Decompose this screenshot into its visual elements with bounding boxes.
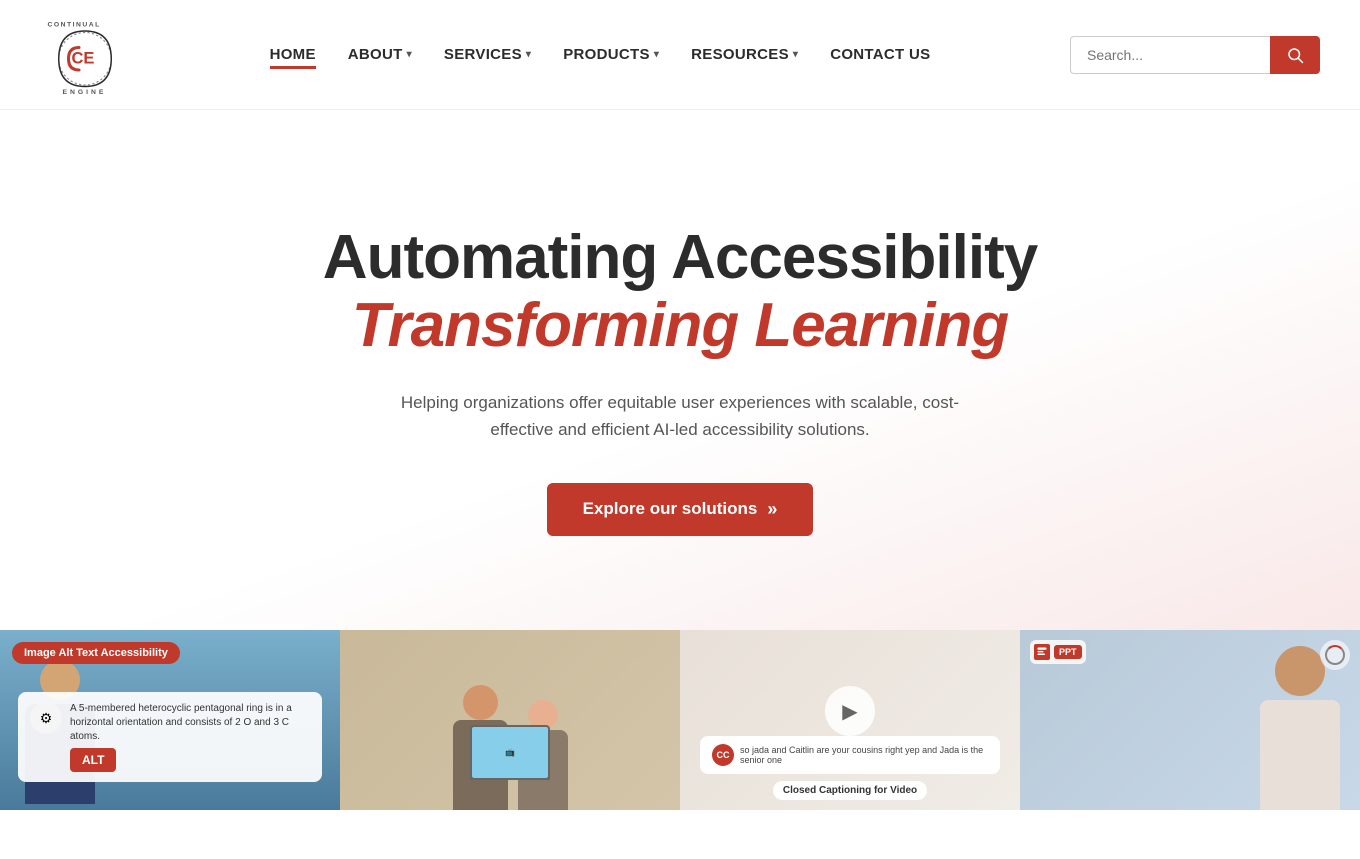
card-4-overlay: PPT: [1020, 630, 1360, 810]
feature-cards-strip: Image Alt Text Accessibility ⚙ A 5-membe…: [0, 630, 1360, 810]
card-3-overlay: ▶ CC so jada and Caitlin are your cousin…: [680, 630, 1020, 810]
hero-section: Automating Accessibility Transforming Le…: [0, 110, 1360, 630]
hero-title-line2: Transforming Learning: [352, 292, 1009, 360]
chevron-down-icon: ▾: [654, 49, 659, 60]
feature-card-alt-text: Image Alt Text Accessibility ⚙ A 5-membe…: [0, 630, 340, 810]
search-button[interactable]: [1270, 36, 1320, 74]
nav-item-services[interactable]: SERVICES ▾: [444, 46, 531, 63]
caption-label-badge: Closed Captioning for Video: [773, 781, 927, 800]
double-chevron-icon: »: [767, 499, 777, 520]
search-icon: [1286, 46, 1304, 64]
alt-label-badge: ALT: [70, 748, 116, 772]
progress-indicator: [1320, 640, 1350, 670]
cc-icon: CC: [712, 744, 734, 766]
feature-card-captions: ▶ CC so jada and Caitlin are your cousin…: [680, 630, 1020, 810]
nav-item-contact[interactable]: CONTACT US: [830, 46, 930, 63]
alt-text-badge: Image Alt Text Accessibility: [12, 642, 180, 664]
alt-text-description-box: ⚙ A 5-membered heterocyclic pentagonal r…: [18, 692, 322, 782]
feature-card-ppt: PPT: [1020, 630, 1360, 810]
card-1-overlay: Image Alt Text Accessibility ⚙ A 5-membe…: [0, 630, 340, 810]
chevron-down-icon: ▾: [793, 49, 798, 60]
nav-item-resources[interactable]: RESOURCES ▾: [691, 46, 798, 63]
hero-title-line1: Automating Accessibility: [323, 224, 1037, 292]
play-button-icon: ▶: [825, 686, 875, 736]
main-nav: HOME ABOUT ▾ SERVICES ▾ PRODUCTS ▾ RESOU…: [270, 46, 931, 63]
search-area: [1070, 36, 1320, 74]
captions-bubble: CC so jada and Caitlin are your cousins …: [700, 736, 1000, 774]
chevron-down-icon: ▾: [407, 49, 412, 60]
alt-icon: ⚙: [30, 702, 62, 734]
logo-area[interactable]: CONTINUAL CE ENGINE: [40, 10, 130, 100]
search-input[interactable]: [1070, 36, 1270, 74]
nav-item-products[interactable]: PRODUCTS ▾: [563, 46, 659, 63]
alt-description-text: A 5-membered heterocyclic pentagonal rin…: [70, 702, 310, 744]
ppt-badge: PPT: [1054, 645, 1082, 659]
svg-text:ENGINE: ENGINE: [63, 89, 107, 96]
nav-item-home[interactable]: HOME: [270, 46, 316, 63]
site-header: CONTINUAL CE ENGINE HOME ABOUT ▾ SERVICE…: [0, 0, 1360, 110]
svg-text:CE: CE: [72, 49, 95, 67]
cta-button[interactable]: Explore our solutions »: [547, 483, 814, 536]
feature-card-laptop: 📺: [340, 630, 680, 810]
hero-subtitle: Helping organizations offer equitable us…: [370, 389, 990, 443]
svg-text:CONTINUAL: CONTINUAL: [48, 21, 101, 28]
nav-item-about[interactable]: ABOUT ▾: [348, 46, 412, 63]
chevron-down-icon: ▾: [526, 49, 531, 60]
site-logo: CONTINUAL CE ENGINE: [40, 10, 130, 100]
